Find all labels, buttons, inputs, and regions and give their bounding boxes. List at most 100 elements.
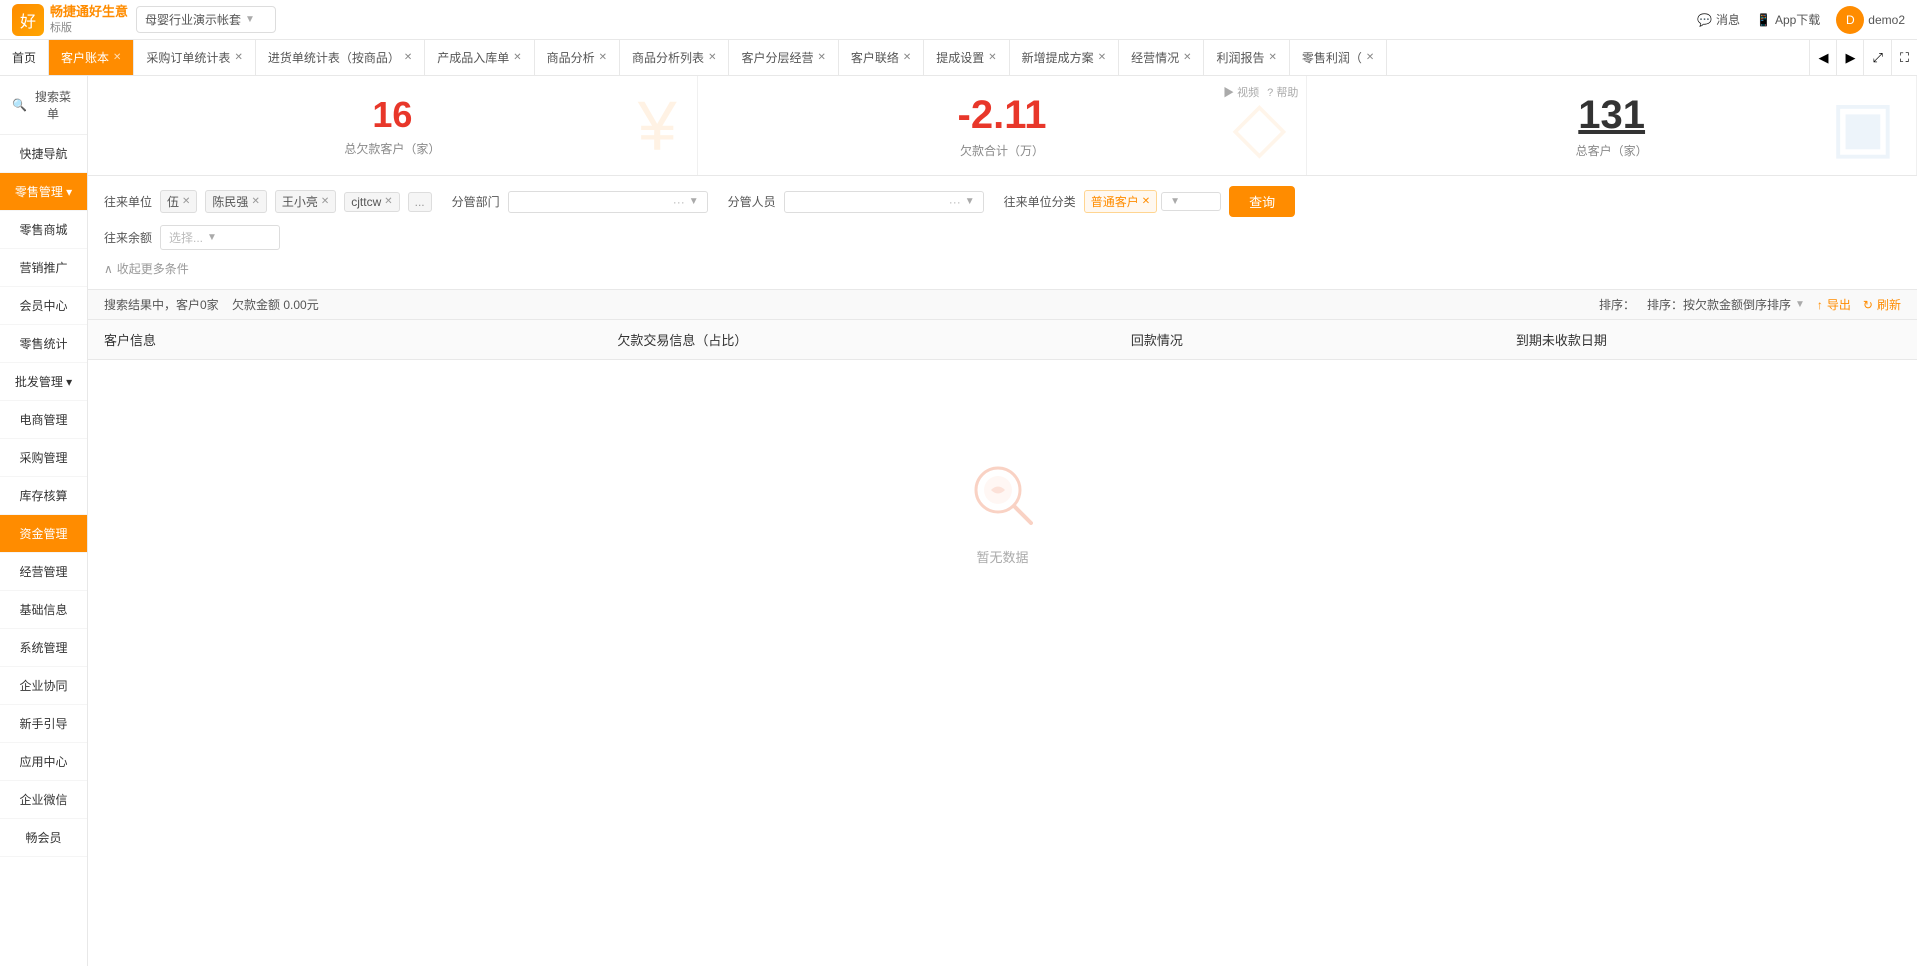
tab-profit-report[interactable]: 利润报告 ✕ xyxy=(1204,40,1289,76)
tab-close-icon[interactable]: ✕ xyxy=(599,52,607,63)
sidebar-item-ops[interactable]: 经营管理 xyxy=(0,553,87,591)
tab-close-icon[interactable]: ✕ xyxy=(988,52,996,63)
tab-product-analysis-list[interactable]: 商品分析列表 ✕ xyxy=(620,40,729,76)
query-button[interactable]: 查询 xyxy=(1229,186,1295,217)
chevron-down-icon: ▼ xyxy=(689,196,699,207)
stat-debt-label: 欠款合计（万） xyxy=(960,142,1044,159)
tab-retail-profit[interactable]: 零售利润（ ✕ xyxy=(1290,40,1387,76)
sidebar-item-app-center[interactable]: 应用中心 xyxy=(0,743,87,781)
tab-close-icon[interactable]: ✕ xyxy=(1098,52,1106,63)
tab-close-icon[interactable]: ✕ xyxy=(708,52,716,63)
sidebar-item-system[interactable]: 系统管理 xyxy=(0,629,87,667)
tab-home[interactable]: 首页 xyxy=(0,40,49,76)
filter-balance-select[interactable]: 选择... ▼ xyxy=(160,225,280,250)
tab-accounts[interactable]: 客户账本 ✕ xyxy=(49,40,134,76)
tab-business-status[interactable]: 经营情况 ✕ xyxy=(1119,40,1204,76)
tab-next-button[interactable]: ▶ xyxy=(1836,40,1863,76)
sidebar-item-purchase[interactable]: 采购管理 xyxy=(0,439,87,477)
sidebar-item-newbie[interactable]: 新手引导 xyxy=(0,705,87,743)
export-button[interactable]: ↑ 导出 xyxy=(1817,296,1851,313)
tab-close-icon[interactable]: ✕ xyxy=(903,52,911,63)
filter-tag-wu[interactable]: 伍 ✕ xyxy=(160,190,197,213)
filter-tag-cjttcw[interactable]: cjttcw ✕ xyxy=(344,192,399,212)
filter-tag-close-icon[interactable]: ✕ xyxy=(251,196,259,207)
collapse-button[interactable]: ∧ 收起更多条件 xyxy=(104,260,1901,277)
tab-new-propose[interactable]: 新增提成方案 ✕ xyxy=(1010,40,1119,76)
refresh-button[interactable]: ↻ 刷新 xyxy=(1863,296,1901,313)
sidebar-item-membership[interactable]: 会员中心 xyxy=(0,287,87,325)
sidebar-item-wechat[interactable]: 企业微信 xyxy=(0,781,87,819)
user-menu[interactable]: D demo2 xyxy=(1836,6,1905,34)
tab-close-icon[interactable]: ✕ xyxy=(1366,52,1374,63)
tab-customer-contact[interactable]: 客户联络 ✕ xyxy=(839,40,924,76)
content-area: ¥ 16 总欠款客户（家） ◇ -2.11 欠款合计（万） ▶ 视频 ? 帮助 … xyxy=(88,76,1917,966)
tab-purchase-orders[interactable]: 采购订单统计表 ✕ xyxy=(134,40,255,76)
avatar: D xyxy=(1836,6,1864,34)
sidebar-item-basic[interactable]: 基础信息 xyxy=(0,591,87,629)
filter-tag-wang[interactable]: 王小亮 ✕ xyxy=(275,190,336,213)
sidebar-item-retail-stats[interactable]: 零售统计 xyxy=(0,325,87,363)
filter-person-select[interactable]: ··· ▼ xyxy=(784,191,984,213)
tab-close-icon[interactable]: ✕ xyxy=(817,52,825,63)
tab-close-icon[interactable]: ✕ xyxy=(1269,52,1277,63)
top-bar-left: 好 畅捷通好生意 标版 母婴行业演示帐套 ▼ xyxy=(12,4,276,36)
tab-propose-settings[interactable]: 提成设置 ✕ xyxy=(924,40,1009,76)
chevron-down-icon: ▼ xyxy=(245,14,255,25)
sidebar-item-finance[interactable]: 资金管理 xyxy=(0,515,87,553)
empty-icon xyxy=(963,455,1043,535)
tab-close-icon[interactable]: ✕ xyxy=(513,52,521,63)
filter-tag-close-icon[interactable]: ✕ xyxy=(1142,196,1150,207)
tab-close-icon[interactable]: ✕ xyxy=(234,52,242,63)
tab-close-icon[interactable]: ✕ xyxy=(113,52,121,63)
tab-product-analysis[interactable]: 商品分析 ✕ xyxy=(535,40,620,76)
sidebar-item-vip[interactable]: 畅会员 xyxy=(0,819,87,857)
tab-fullscreen-button[interactable]: ⛶ xyxy=(1891,40,1917,76)
filter-tag-more[interactable]: ... xyxy=(408,192,432,212)
sidebar-item-retail-mall[interactable]: 零售商城 xyxy=(0,211,87,249)
col-overdue-date: 到期未收款日期 xyxy=(1516,330,1901,349)
filter-unit-label: 往来单位 xyxy=(104,193,152,210)
stat-total-clients: ▣ 131 总客户（家） xyxy=(1307,76,1917,175)
filter-row-1: 往来单位 伍 ✕ 陈民强 ✕ 王小亮 ✕ cjttcw ✕ xyxy=(104,186,1901,217)
stat-bg-building-icon: ▣ xyxy=(1830,85,1896,167)
tab-cost-entry[interactable]: 产成品入库单 ✕ xyxy=(425,40,534,76)
search-menu-button[interactable]: 🔍 搜索菜单 xyxy=(8,84,79,126)
app-download-button[interactable]: 📱 App下载 xyxy=(1756,11,1820,28)
help-button[interactable]: ? 帮助 xyxy=(1267,84,1298,100)
filter-area: 往来单位 伍 ✕ 陈民强 ✕ 王小亮 ✕ cjttcw ✕ xyxy=(88,176,1917,290)
sidebar-item-wholesale[interactable]: 批发管理 ▾ xyxy=(0,363,87,401)
tab-purchase-stats[interactable]: 进货单统计表（按商品） ✕ xyxy=(256,40,425,76)
tab-customer-tier[interactable]: 客户分层经营 ✕ xyxy=(729,40,838,76)
stat-clients-value: 131 xyxy=(1578,93,1645,138)
tab-expand-button[interactable]: ⤢ xyxy=(1863,40,1890,76)
filter-tag-close-icon[interactable]: ✕ xyxy=(182,196,190,207)
company-select[interactable]: 母婴行业演示帐套 ▼ xyxy=(136,6,276,33)
chevron-down-icon: ▼ xyxy=(965,196,975,207)
chevron-down-icon: ▼ xyxy=(1795,299,1805,310)
message-button[interactable]: 💬 消息 xyxy=(1697,11,1740,28)
tab-close-icon[interactable]: ✕ xyxy=(1183,52,1191,63)
filter-tag-close-icon[interactable]: ✕ xyxy=(321,196,329,207)
stat-customers-value: 16 xyxy=(372,94,412,136)
table-header: 客户信息 欠款交易信息（占比） 回款情况 到期未收款日期 xyxy=(88,320,1917,360)
filter-tag-chen[interactable]: 陈民强 ✕ xyxy=(205,190,266,213)
sidebar-item-ecommerce[interactable]: 电商管理 xyxy=(0,401,87,439)
sidebar-item-cooperation[interactable]: 企业协同 xyxy=(0,667,87,705)
stat-debt-value: -2.11 xyxy=(958,93,1047,138)
logo-area: 好 畅捷通好生意 标版 xyxy=(12,4,128,36)
sidebar-item-quick-nav[interactable]: 快捷导航 xyxy=(0,135,87,173)
sidebar-item-retail[interactable]: 零售管理 ▾ xyxy=(0,173,87,211)
filter-category-select[interactable]: ▼ xyxy=(1161,192,1221,211)
filter-tag-close-icon[interactable]: ✕ xyxy=(384,196,392,207)
sidebar-item-marketing[interactable]: 营销推广 xyxy=(0,249,87,287)
tab-close-icon[interactable]: ✕ xyxy=(404,52,412,63)
sort-select[interactable]: 排序：按欠款金额倒序排序 ▼ xyxy=(1647,296,1805,313)
filter-dept-select[interactable]: ··· ▼ xyxy=(508,191,708,213)
chevron-down-icon: ▼ xyxy=(1170,196,1180,207)
tab-prev-button[interactable]: ◀ xyxy=(1809,40,1836,76)
chevron-down-icon: ▼ xyxy=(207,232,217,243)
video-help-button[interactable]: ▶ 视频 xyxy=(1223,84,1259,100)
sidebar-item-inventory[interactable]: 库存核算 xyxy=(0,477,87,515)
tab-bar: 首页 客户账本 ✕ 采购订单统计表 ✕ 进货单统计表（按商品） ✕ 产成品入库单… xyxy=(0,40,1917,76)
filter-tag-normal-customer[interactable]: 普通客户 ✕ xyxy=(1084,190,1157,213)
